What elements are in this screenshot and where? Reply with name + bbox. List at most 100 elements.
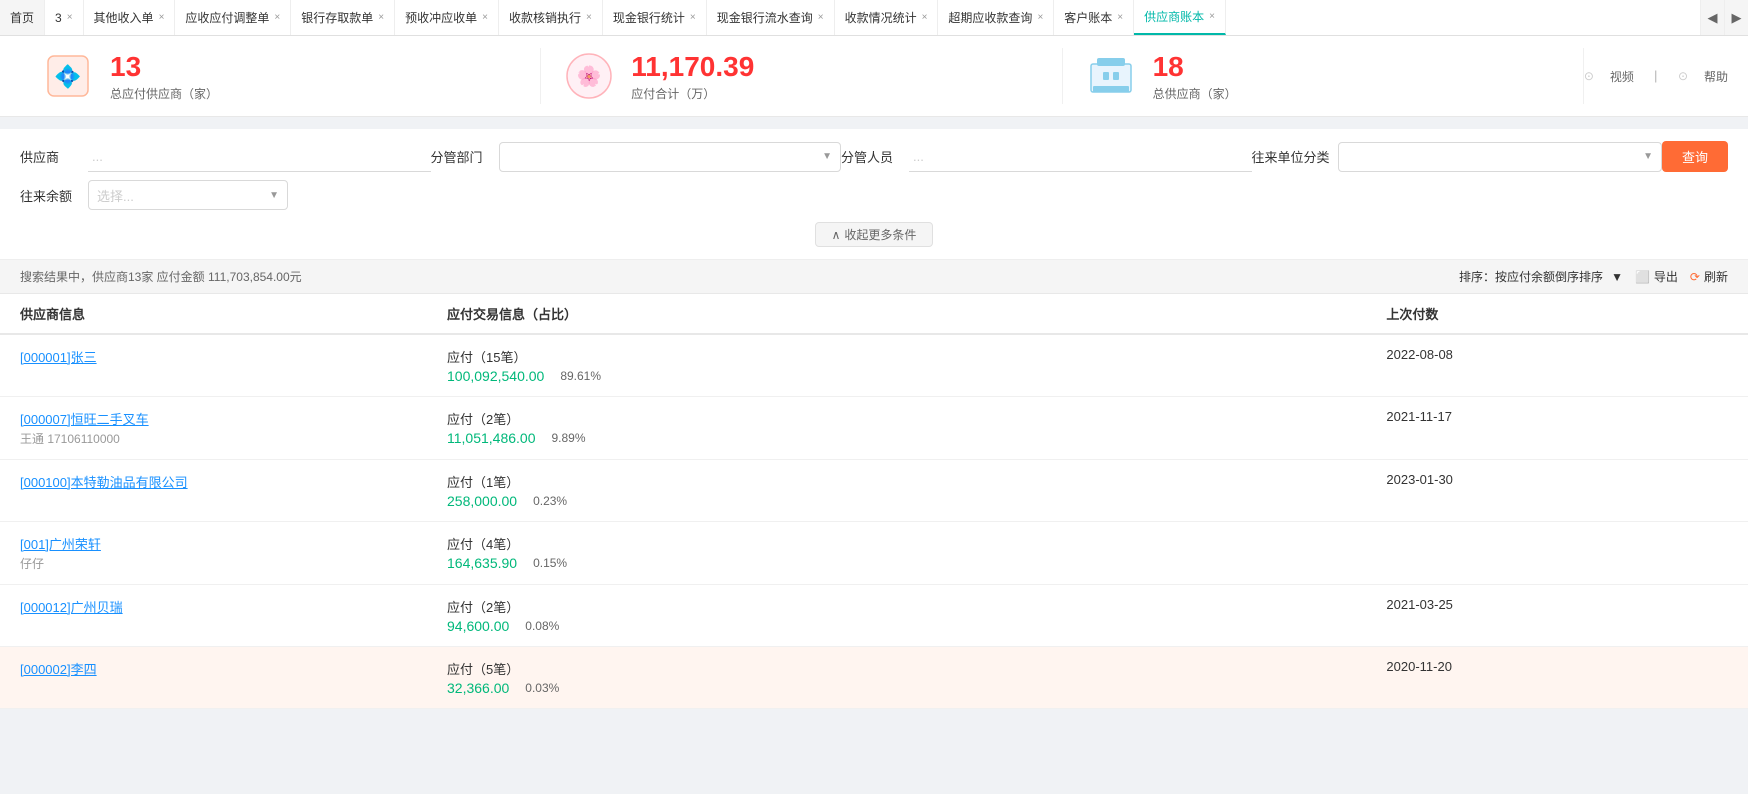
close-icon[interactable]: × <box>482 12 488 23</box>
supplier-link[interactable]: [000007]恒旺二手叉车 <box>20 412 149 427</box>
last-payment-value: 2021-11-17 <box>1386 409 1452 424</box>
nav-item-adjustment[interactable]: 应收应付调整单 × <box>175 0 291 35</box>
nav-item-label: 其他收入单 <box>94 9 154 26</box>
circle-icon: ⊙ <box>1584 69 1594 83</box>
transaction-info: 应付（15笔） 100,092,540.00 89.61% <box>447 347 874 384</box>
close-icon[interactable]: × <box>67 12 73 23</box>
transaction-label: 应付（5笔） <box>447 659 874 678</box>
close-icon[interactable]: × <box>274 12 280 23</box>
nav-next-arrow[interactable]: ▶ <box>1724 0 1748 36</box>
table-row: [000001]张三 应付（15笔） 100,092,540.00 89.61%… <box>0 335 1748 397</box>
filter-person: 分管人员 <box>841 142 1252 172</box>
table-row: [000002]李四 应付（5笔） 32,366.00 0.03% 2020-1… <box>0 647 1748 709</box>
nav-item-cash-bank-stat[interactable]: 现金银行统计 × <box>603 0 707 35</box>
header-supplier: 供应商信息 <box>20 304 447 323</box>
refresh-button[interactable]: ⟳ 刷新 <box>1690 268 1728 285</box>
close-icon[interactable]: × <box>586 12 592 23</box>
nav-item-prepay[interactable]: 预收冲应收单 × <box>395 0 499 35</box>
nav-item-home[interactable]: 首页 <box>0 0 45 35</box>
nav-item-3[interactable]: 3 × <box>45 0 84 35</box>
svg-text:🌸: 🌸 <box>577 64 602 88</box>
transaction-label: 应付（15笔） <box>447 347 874 366</box>
close-icon[interactable]: × <box>378 12 384 23</box>
supplier-label: 供应商 <box>20 147 80 166</box>
header-spacer <box>874 304 1386 323</box>
close-icon[interactable]: × <box>922 12 928 23</box>
transaction-row: 164,635.90 0.15% <box>447 555 874 571</box>
transaction-row: 100,092,540.00 89.61% <box>447 368 874 384</box>
close-icon[interactable]: × <box>1037 12 1043 23</box>
nav-item-supplier-book[interactable]: 供应商账本 × <box>1134 0 1226 35</box>
table-row: [000100]本特勒油品有限公司 应付（1笔） 258,000.00 0.23… <box>0 460 1748 522</box>
supplier-link[interactable]: [000012]广州贝瑞 <box>20 600 123 615</box>
transaction-amount: 164,635.90 <box>447 555 517 571</box>
supplier-input[interactable] <box>88 142 431 172</box>
nav-item-label: 收款核销执行 <box>509 9 581 26</box>
balance-label: 往来余额 <box>20 186 80 205</box>
nav-item-label: 应收应付调整单 <box>185 9 269 26</box>
transaction-label: 应付（4笔） <box>447 534 874 553</box>
payable-suppliers-label: 总应付供应商（家） <box>110 85 218 102</box>
nav-item-collection-stat[interactable]: 收款情况统计 × <box>835 0 939 35</box>
sort-dropdown[interactable]: 排序：按应付余额倒序排序 ▼ <box>1459 268 1623 285</box>
dept-dropdown[interactable]: ▼ <box>499 142 842 172</box>
nav-item-label: 银行存取款单 <box>301 9 373 26</box>
person-input[interactable] <box>909 142 1252 172</box>
video-link[interactable]: 视频 <box>1610 68 1634 85</box>
close-icon[interactable]: × <box>1209 11 1215 22</box>
transaction-cell: 应付（5笔） 32,366.00 0.03% <box>447 659 874 696</box>
export-button[interactable]: ⬜ 导出 <box>1635 268 1678 285</box>
chevron-down-icon2: ▼ <box>1643 151 1653 162</box>
nav-item-bank-deposit[interactable]: 银行存取款单 × <box>291 0 395 35</box>
supplier-cell: [000007]恒旺二手叉车 王通 17106110000 <box>20 409 447 447</box>
supplier-link[interactable]: [000001]张三 <box>20 350 97 365</box>
last-payment-value: 2020-11-20 <box>1386 659 1452 674</box>
table-row: [000007]恒旺二手叉车 王通 17106110000 应付（2笔） 11,… <box>0 397 1748 460</box>
nav-item-collection[interactable]: 收款核销执行 × <box>499 0 603 35</box>
nav-item-other-income[interactable]: 其他收入单 × <box>84 0 176 35</box>
supplier-link[interactable]: [000100]本特勒油品有限公司 <box>20 475 188 490</box>
filter-supplier: 供应商 <box>20 142 431 172</box>
balance-placeholder: 选择... <box>97 186 269 205</box>
close-icon[interactable]: × <box>818 12 824 23</box>
nav-item-cash-bank-flow[interactable]: 现金银行流水查询 × <box>707 0 835 35</box>
nav-arrows: ◀ ▶ <box>1700 0 1748 36</box>
last-payment-value: 2023-01-30 <box>1386 472 1453 487</box>
transaction-percent: 0.15% <box>533 556 567 570</box>
transaction-amount: 94,600.00 <box>447 618 509 634</box>
nav-prev-arrow[interactable]: ◀ <box>1700 0 1724 36</box>
help-link[interactable]: 帮助 <box>1704 68 1728 85</box>
search-button[interactable]: 查询 <box>1662 141 1728 172</box>
export-label: 导出 <box>1654 268 1678 285</box>
nav-item-label: 现金银行流水查询 <box>717 9 813 26</box>
close-icon[interactable]: × <box>159 12 165 23</box>
last-payment-value: 2022-08-08 <box>1386 347 1453 362</box>
supplier-link[interactable]: [000002]李四 <box>20 662 97 677</box>
stat-text-payable: 13 总应付供应商（家） <box>110 50 218 103</box>
nav-item-label: 首页 <box>10 9 34 26</box>
results-bar: 搜索结果中，供应商13家 应付金额 111,703,854.00元 排序：按应付… <box>0 260 1748 294</box>
transaction-label: 应付（2笔） <box>447 597 874 616</box>
nav-item-customer-book[interactable]: 客户账本 × <box>1054 0 1134 35</box>
table-row: [000012]广州贝瑞 应付（2笔） 94,600.00 0.08% 2021… <box>0 585 1748 647</box>
collapse-button[interactable]: ∧ 收起更多条件 <box>815 222 934 247</box>
transaction-info: 应付（2笔） 11,051,486.00 9.89% <box>447 409 874 446</box>
category-label: 往来单位分类 <box>1252 147 1330 166</box>
nav-item-label: 客户账本 <box>1064 9 1112 26</box>
refresh-icon: ⟳ <box>1690 270 1700 284</box>
nav-item-label: 3 <box>55 11 62 25</box>
close-icon[interactable]: × <box>690 12 696 23</box>
supplier-link[interactable]: [001]广州荣轩 <box>20 537 101 552</box>
svg-text:💠: 💠 <box>54 64 81 89</box>
category-dropdown[interactable]: ▼ <box>1338 142 1662 172</box>
stat-text-suppliers: 18 总供应商（家） <box>1153 50 1237 103</box>
stat-actions: ⊙ 视频 ｜ ⊙ 帮助 <box>1584 48 1728 104</box>
filter-balance: 往来余额 选择... ▼ <box>20 180 1728 210</box>
balance-dropdown[interactable]: 选择... ▼ <box>88 180 288 210</box>
close-icon[interactable]: × <box>1117 12 1123 23</box>
payable-total-icon: 🌸 <box>561 48 617 104</box>
supplier-payable-icon: 💠 <box>40 48 96 104</box>
circle-icon2: ⊙ <box>1678 69 1688 83</box>
total-suppliers-icon <box>1083 48 1139 104</box>
nav-item-overdue[interactable]: 超期应收款查询 × <box>938 0 1054 35</box>
